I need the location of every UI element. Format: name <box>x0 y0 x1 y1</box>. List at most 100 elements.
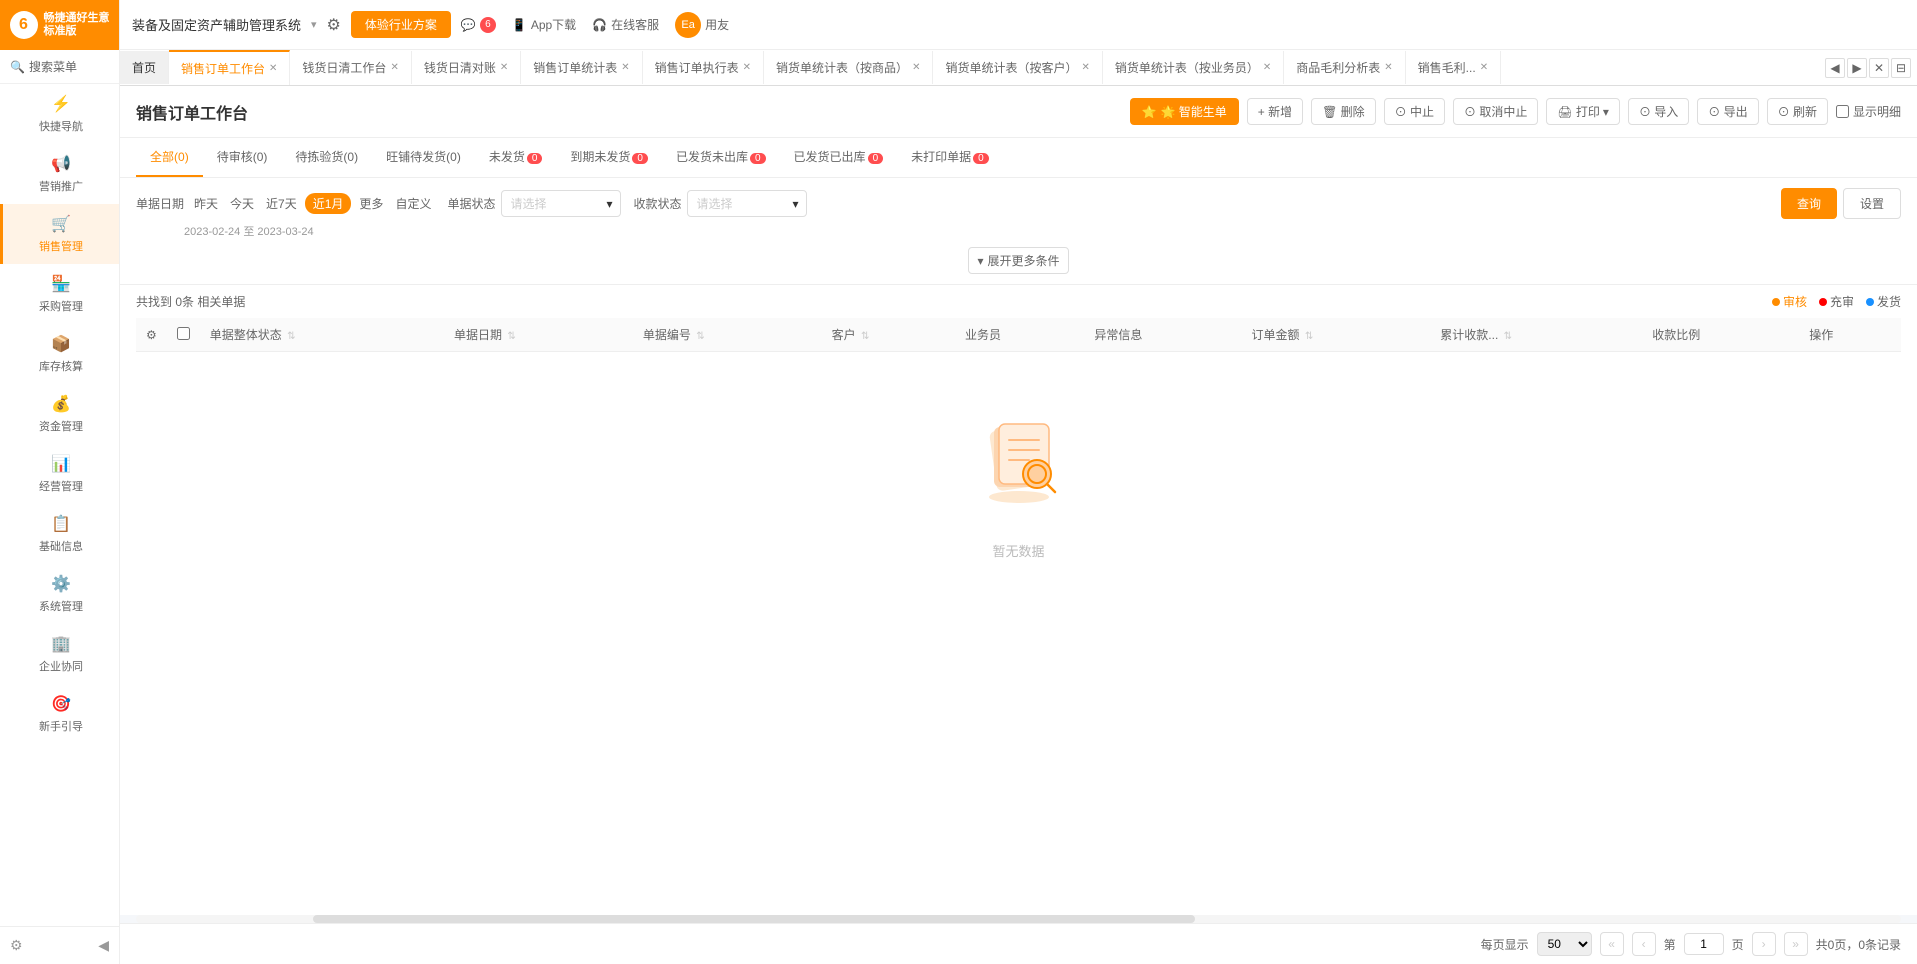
refresh-label: ⊙ 刷新 <box>1778 103 1817 120</box>
tab-sales-extra[interactable]: 销售毛利... ✕ <box>1406 51 1501 84</box>
tab-close-gross-profit[interactable]: ✕ <box>1384 62 1392 73</box>
cancel-stop-button[interactable]: ⊙ 取消中止 <box>1453 98 1538 125</box>
sidebar-item-inventory[interactable]: 📦 库存核算 <box>0 324 119 384</box>
payment-filter-select[interactable]: 请选择 ▾ <box>687 190 807 217</box>
set-button[interactable]: 设置 <box>1843 188 1901 219</box>
th-checkbox[interactable] <box>167 318 200 352</box>
tab-gross-profit[interactable]: 商品毛利分析表 ✕ <box>1284 51 1405 84</box>
tab-close-sales-workbench[interactable]: ✕ <box>269 63 277 74</box>
tab-sales-stat2[interactable]: 销货单统计表（按商品） ✕ <box>764 51 933 84</box>
tab-sales-stat[interactable]: 销售订单统计表 ✕ <box>521 51 642 84</box>
query-button[interactable]: 查询 <box>1781 188 1837 219</box>
settings-icon[interactable]: ⚙ <box>10 937 23 954</box>
tab-scroll-left[interactable]: ◀ <box>1825 58 1845 78</box>
sidebar-item-system[interactable]: ⚙️ 系统管理 <box>0 564 119 624</box>
sort-customer-icon[interactable]: ⇅ <box>861 331 869 342</box>
search-menu[interactable]: 🔍 搜索菜单 <box>0 50 119 84</box>
tab-cash-reconcile[interactable]: 钱货日清对账 ✕ <box>412 51 521 84</box>
page-size-select[interactable]: 50 100 200 <box>1537 932 1592 956</box>
solution-button[interactable]: 体验行业方案 <box>351 11 451 38</box>
tab-close-sales-extra[interactable]: ✕ <box>1480 62 1488 73</box>
sort-amount-icon[interactable]: ⇅ <box>1305 331 1313 342</box>
sidebar-logo: 6 畅捷通好生意 标准版 <box>0 0 119 50</box>
sidebar-item-purchase[interactable]: 🏪 采购管理 <box>0 264 119 324</box>
subtab-not-shipped[interactable]: 未发货0 <box>475 138 557 177</box>
sidebar-item-enterprise[interactable]: 🏢 企业协同 <box>0 624 119 684</box>
date-1month[interactable]: 近1月 <box>305 193 352 214</box>
subtab-wangpu-pending[interactable]: 旺铺待发货(0) <box>372 138 475 177</box>
tab-sales-stat3[interactable]: 销货单统计表（按客户） ✕ <box>933 51 1102 84</box>
print-button[interactable]: 🖨 打印 ▾ <box>1546 98 1620 125</box>
ship-btn[interactable]: 发货 <box>1866 293 1901 310</box>
tab-close-current[interactable]: ✕ <box>1869 58 1889 78</box>
tab-scroll-right[interactable]: ▶ <box>1847 58 1867 78</box>
tab-menu[interactable]: ⊟ <box>1891 58 1911 78</box>
sort-status-icon[interactable]: ⇅ <box>287 331 295 342</box>
show-detail-input[interactable] <box>1836 105 1849 118</box>
stop-button[interactable]: ⊙ 中止 <box>1384 98 1445 125</box>
date-custom[interactable]: 自定义 <box>391 193 435 214</box>
smart-create-button[interactable]: ⭐ 🌟 智能生单 <box>1130 98 1239 125</box>
expand-filters-button[interactable]: ▾ 展开更多条件 <box>968 247 1068 274</box>
online-service-item[interactable]: 🎧 在线客服 <box>592 16 659 33</box>
page-input[interactable] <box>1684 933 1724 955</box>
sidebar-item-fast-nav[interactable]: ⚡ 快捷导航 <box>0 84 119 144</box>
sort-date-icon[interactable]: ⇅ <box>507 331 515 342</box>
tab-close-cash-reconcile[interactable]: ✕ <box>500 62 508 73</box>
select-all-checkbox[interactable] <box>177 327 190 340</box>
date-yesterday[interactable]: 昨天 <box>190 193 222 214</box>
subtab-shipped-warehouse[interactable]: 已发货已出库0 <box>780 138 898 177</box>
topbar-gear-icon[interactable]: ⚙ <box>327 15 341 35</box>
date-7days[interactable]: 近7天 <box>262 193 301 214</box>
sidebar-item-newbie[interactable]: 🎯 新手引导 <box>0 684 119 744</box>
sort-number-icon[interactable]: ⇅ <box>696 331 704 342</box>
tab-close-cash-daily[interactable]: ✕ <box>390 62 398 73</box>
next-page-button[interactable]: › <box>1752 932 1776 956</box>
tab-close-sales-stat4[interactable]: ✕ <box>1263 62 1271 73</box>
sidebar-item-marketing[interactable]: 📢 营销推广 <box>0 144 119 204</box>
import-button[interactable]: ⊙ 导入 <box>1628 98 1689 125</box>
scrollbar-thumb[interactable] <box>313 915 1196 923</box>
th-config[interactable]: ⚙ <box>136 318 167 352</box>
sidebar-item-finance[interactable]: 💰 资金管理 <box>0 384 119 444</box>
date-more[interactable]: 更多 <box>355 193 387 214</box>
tab-close-sales-stat2[interactable]: ✕ <box>912 62 920 73</box>
subtab-pending-inspect[interactable]: 待拣验货(0) <box>281 138 372 177</box>
user-menu-item[interactable]: Ea 用友 <box>675 12 729 38</box>
tab-home[interactable]: 首页 <box>120 51 169 84</box>
collapse-icon[interactable]: ◀ <box>98 937 109 954</box>
refresh-button[interactable]: ⊙ 刷新 <box>1767 98 1828 125</box>
prev-page-button[interactable]: ‹ <box>1632 932 1656 956</box>
sort-collected-icon[interactable]: ⇅ <box>1504 331 1512 342</box>
messages-icon-item[interactable]: 💬 6 <box>461 17 496 33</box>
tab-close-sales-exec[interactable]: ✕ <box>743 62 751 73</box>
inventory-icon: 📦 <box>51 334 71 354</box>
tab-sales-exec[interactable]: 销售订单执行表 ✕ <box>643 51 764 84</box>
subtab-not-printed[interactable]: 未打印单据0 <box>897 138 1003 177</box>
th-salesman: 业务员 <box>955 318 1084 352</box>
delete-button[interactable]: 🗑 删除 <box>1311 98 1376 125</box>
tab-close-sales-stat[interactable]: ✕ <box>621 62 629 73</box>
status-filter-select[interactable]: 请选择 ▾ <box>501 190 621 217</box>
first-page-button[interactable]: « <box>1600 932 1624 956</box>
sidebar-item-operation[interactable]: 📊 经营管理 <box>0 444 119 504</box>
subtab-overdue-not-shipped[interactable]: 到期未发货0 <box>556 138 662 177</box>
tab-cash-daily[interactable]: 钱货日清工作台 ✕ <box>290 51 411 84</box>
unreview-btn[interactable]: 充审 <box>1819 293 1854 310</box>
scrollbar-area[interactable] <box>136 915 1901 923</box>
review-btn[interactable]: 审核 <box>1772 293 1807 310</box>
last-page-button[interactable]: » <box>1784 932 1808 956</box>
tab-close-sales-stat3[interactable]: ✕ <box>1081 62 1089 73</box>
sidebar-item-basic[interactable]: 📋 基础信息 <box>0 504 119 564</box>
sidebar-item-sales[interactable]: 🛒 销售管理 <box>0 204 119 264</box>
subtab-shipped-not-warehouse[interactable]: 已发货未出库0 <box>662 138 780 177</box>
subtab-pending-review[interactable]: 待审核(0) <box>203 138 282 177</box>
subtab-all[interactable]: 全部(0) <box>136 138 203 177</box>
tab-sales-workbench[interactable]: 销售订单工作台 ✕ <box>169 50 290 85</box>
app-download-item[interactable]: 📱 App下载 <box>512 16 576 33</box>
export-button[interactable]: ⊙ 导出 <box>1697 98 1758 125</box>
date-today[interactable]: 今天 <box>226 193 258 214</box>
add-button[interactable]: + 新增 <box>1247 98 1303 125</box>
show-detail-checkbox[interactable]: 显示明细 <box>1836 103 1901 120</box>
tab-sales-stat4[interactable]: 销货单统计表（按业务员） ✕ <box>1103 51 1284 84</box>
